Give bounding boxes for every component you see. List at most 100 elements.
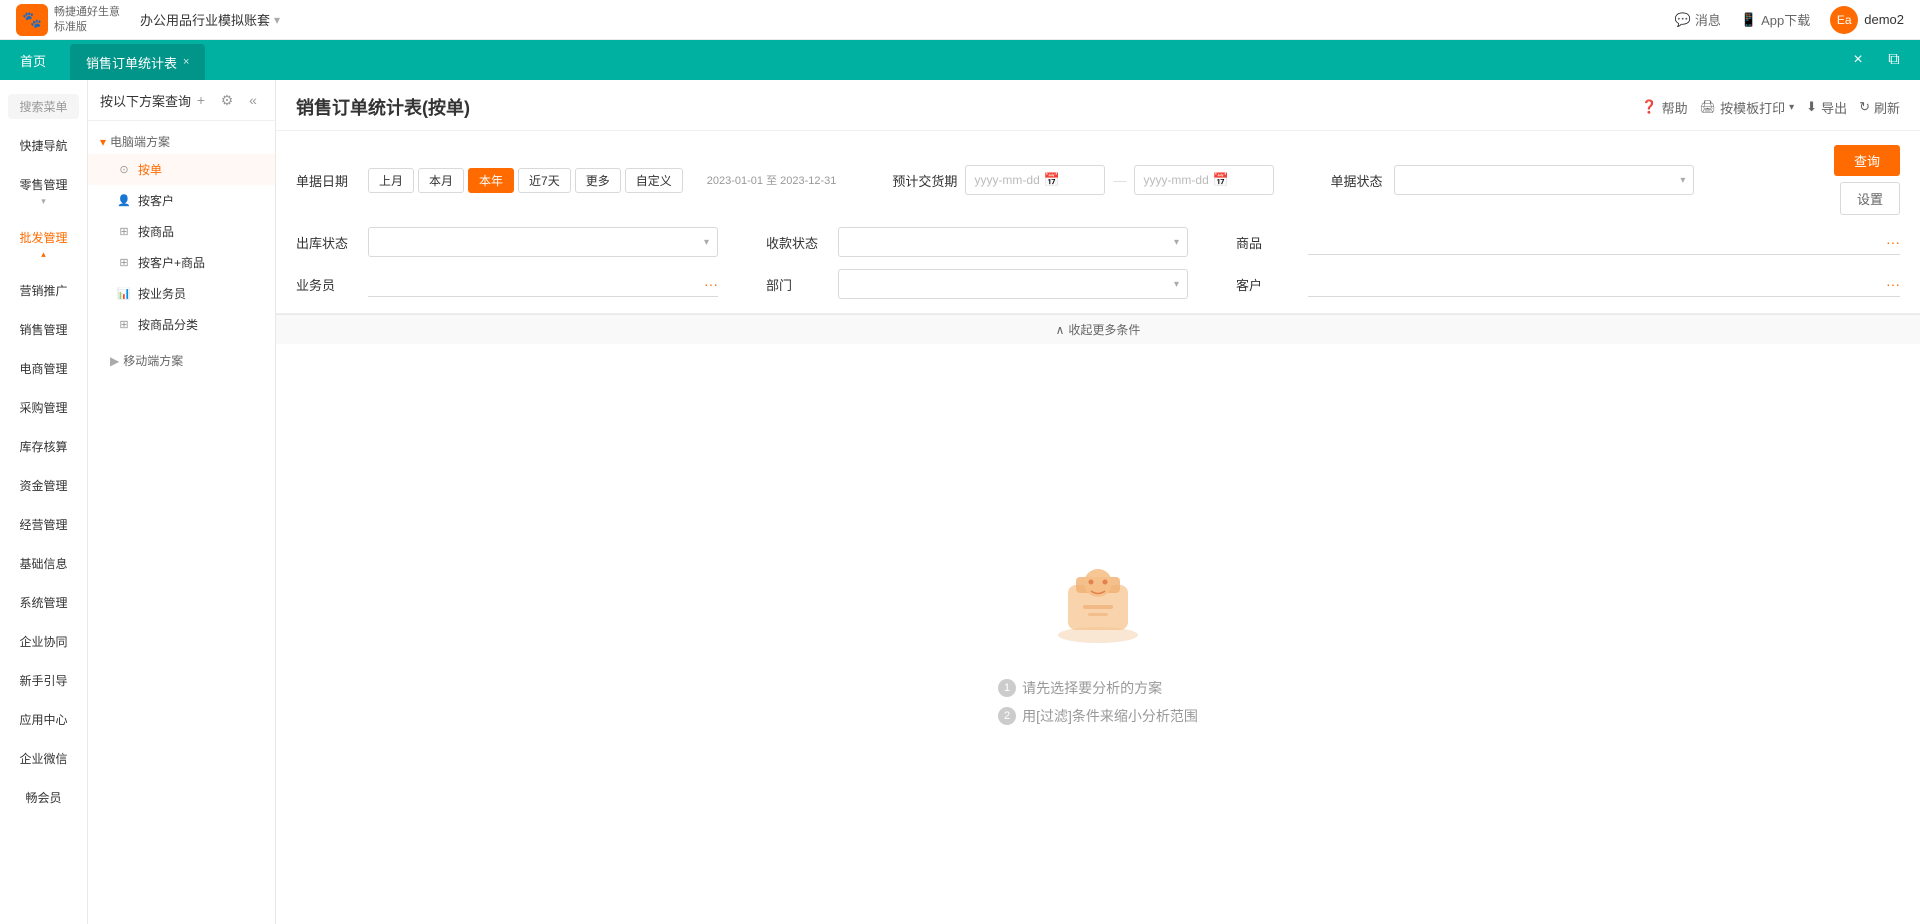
sidebar-item-apps[interactable]: 应用中心	[0, 699, 87, 738]
out-status-select-arrow-icon: ▾	[704, 237, 709, 248]
out-status-select[interactable]: ▾	[368, 227, 718, 257]
help-button[interactable]: ❓ 帮助	[1641, 98, 1687, 117]
calendar-end-icon: 📅	[1213, 172, 1229, 188]
scheme-item-by-order[interactable]: ⊙ 按单	[88, 154, 275, 185]
sidebar-item-shortcut[interactable]: 快捷导航	[0, 125, 87, 164]
scheme-custprod-icon: ⊞	[116, 255, 132, 271]
tip-1: 1 请先选择要分析的方案	[998, 678, 1198, 698]
filter-row-3: 业务员 ··· 部门 ▾ 客户 ···	[296, 269, 1900, 299]
collapse-bar[interactable]: ∧ 收起更多条件	[276, 314, 1920, 344]
search-menu-button[interactable]: 搜索菜单	[8, 94, 79, 119]
scheme-item-by-category[interactable]: ⊞ 按商品分类	[88, 309, 275, 340]
sidebar-item-sales[interactable]: 销售管理	[0, 309, 87, 348]
sidebar-item-retail[interactable]: 零售管理 ▾	[0, 164, 87, 217]
sidebar-item-marketing[interactable]: 营销推广	[0, 270, 87, 309]
expected-date-label: 预计交货期	[892, 171, 957, 190]
query-button[interactable]: 查询	[1834, 145, 1900, 176]
date-btn-custom[interactable]: 自定义	[625, 168, 683, 193]
sidebar-item-enterprise[interactable]: 企业协同	[0, 621, 87, 660]
calendar-start-icon: 📅	[1044, 172, 1060, 188]
filter-row-2: 出库状态 ▾ 收款状态 ▾ 商品 ···	[296, 227, 1900, 257]
scheme-salesperson-icon: 📊	[116, 286, 132, 302]
tab-close-icon[interactable]: ×	[183, 56, 189, 68]
sidebar-item-operations[interactable]: 经营管理	[0, 504, 87, 543]
sidebar-item-system[interactable]: 系统管理	[0, 582, 87, 621]
help-icon: ❓	[1641, 99, 1657, 115]
breadcrumb: 办公用品行业模拟账套 ▾	[140, 10, 280, 29]
scheme-item-by-customer[interactable]: 👤 按客户	[88, 185, 275, 216]
sidebar-item-member[interactable]: 畅会员	[0, 777, 87, 816]
sidebar-item-newbie[interactable]: 新手引导	[0, 660, 87, 699]
order-status-label: 单据状态	[1330, 171, 1386, 190]
order-status-select[interactable]: ▾	[1394, 165, 1694, 195]
sidebar-item-ecommerce[interactable]: 电商管理	[0, 348, 87, 387]
expected-date-end-input[interactable]: yyyy-mm-dd 📅	[1134, 165, 1274, 195]
pc-group-arrow-icon: ▾	[100, 135, 106, 149]
collapse-more-button[interactable]: ∧ 收起更多条件	[1056, 321, 1141, 338]
sidebar-item-purchase[interactable]: 采购管理	[0, 387, 87, 426]
empty-illustration	[1038, 535, 1158, 658]
customer-more-button[interactable]: ···	[1886, 276, 1900, 292]
scheme-category-icon: ⊞	[116, 317, 132, 333]
date-btn-last-month[interactable]: 上月	[368, 168, 414, 193]
print-template-button[interactable]: 🖨 按模板打印 ▾	[1700, 98, 1795, 117]
date-btn-more[interactable]: 更多	[575, 168, 621, 193]
scheme-item-by-salesperson[interactable]: 📊 按业务员	[88, 278, 275, 309]
sidebar-item-basic[interactable]: 基础信息	[0, 543, 87, 582]
main-layout: 搜索菜单 快捷导航 零售管理 ▾ 批发管理 ▴ 营销推广 销售管理 电商管理 采…	[0, 80, 1920, 924]
maximize-button[interactable]: ⧉	[1880, 46, 1908, 74]
refresh-button[interactable]: ↻ 刷新	[1859, 98, 1900, 117]
date-btn-last7days[interactable]: 近7天	[518, 168, 571, 193]
sidebar-item-wechat[interactable]: 企业微信	[0, 738, 87, 777]
department-select[interactable]: ▾	[838, 269, 1188, 299]
wholesale-arrow-icon: ▴	[41, 249, 46, 259]
receipt-status-select[interactable]: ▾	[838, 227, 1188, 257]
app-download-button[interactable]: 📱 App下载	[1741, 10, 1810, 29]
customer-filter-area: ···	[1308, 272, 1900, 297]
download-icon: 📱	[1741, 12, 1757, 28]
export-button[interactable]: ⬇ 导出	[1806, 98, 1847, 117]
settings-button[interactable]: 设置	[1840, 182, 1900, 215]
scheme-order-icon: ⊙	[116, 162, 132, 178]
message-icon: 💬	[1675, 12, 1691, 28]
sidebar-search[interactable]: 搜索菜单	[0, 88, 87, 125]
print-arrow-icon: ▾	[1789, 102, 1794, 113]
sidebar-item-inventory[interactable]: 库存核算	[0, 426, 87, 465]
retail-arrow-icon: ▾	[41, 196, 46, 206]
tab-sales-order-stats[interactable]: 销售订单统计表 ×	[70, 44, 205, 80]
filter-row-1: 单据日期 上月 本月 本年 近7天 更多 自定义 2023-01-01 至 20…	[296, 145, 1900, 215]
content-area: 销售订单统计表(按单) ❓ 帮助 🖨 按模板打印 ▾ ⬇ 导出 ↻ 刷新	[276, 80, 1920, 924]
salesperson-filter-area: ···	[368, 272, 718, 297]
sidebar-item-wholesale[interactable]: 批发管理 ▴	[0, 217, 87, 270]
pc-group-title[interactable]: ▾ 电脑端方案	[88, 127, 275, 154]
user-name: demo2	[1864, 12, 1904, 27]
avatar: Ea	[1830, 6, 1858, 34]
goods-more-button[interactable]: ···	[1886, 234, 1900, 250]
customer-label: 客户	[1236, 275, 1292, 294]
salesperson-more-button[interactable]: ···	[704, 276, 718, 292]
minimize-button[interactable]: ×	[1844, 46, 1872, 74]
collapse-icon: ∧	[1056, 323, 1065, 337]
tip-2: 2 用[过滤]条件来缩小分析范围	[998, 706, 1198, 726]
expected-date-group: 预计交货期 yyyy-mm-dd 📅 — yyyy-mm-dd 📅	[892, 165, 1274, 195]
pc-scheme-group: ▾ 电脑端方案 ⊙ 按单 👤 按客户 ⊞ 按商品 ⊞ 按客户+商品 📊 按业务员	[88, 121, 275, 346]
date-separator: —	[1113, 173, 1126, 188]
tab-bar-actions: × ⧉	[1844, 40, 1920, 80]
mobile-group-title[interactable]: ▶ 移动端方案	[88, 346, 275, 373]
user-area[interactable]: Ea demo2	[1830, 6, 1904, 34]
date-btn-this-month[interactable]: 本月	[418, 168, 464, 193]
message-button[interactable]: 💬 消息	[1675, 10, 1721, 29]
scheme-product-icon: ⊞	[116, 224, 132, 240]
date-btn-this-year[interactable]: 本年	[468, 168, 514, 193]
add-scheme-button[interactable]: +	[191, 90, 211, 110]
expected-date-start-input[interactable]: yyyy-mm-dd 📅	[965, 165, 1105, 195]
sidebar-item-finance[interactable]: 资金管理	[0, 465, 87, 504]
tab-home[interactable]: 首页	[0, 40, 66, 80]
date-label: 单据日期	[296, 171, 352, 190]
scheme-item-by-product[interactable]: ⊞ 按商品	[88, 216, 275, 247]
scheme-customer-icon: 👤	[116, 193, 132, 209]
panel-collapse-button[interactable]: «	[243, 90, 263, 110]
logo-text: 畅捷通好生意 标准版	[54, 5, 120, 34]
scheme-item-by-customer-product[interactable]: ⊞ 按客户+商品	[88, 247, 275, 278]
scheme-settings-button[interactable]: ⚙	[217, 90, 237, 110]
